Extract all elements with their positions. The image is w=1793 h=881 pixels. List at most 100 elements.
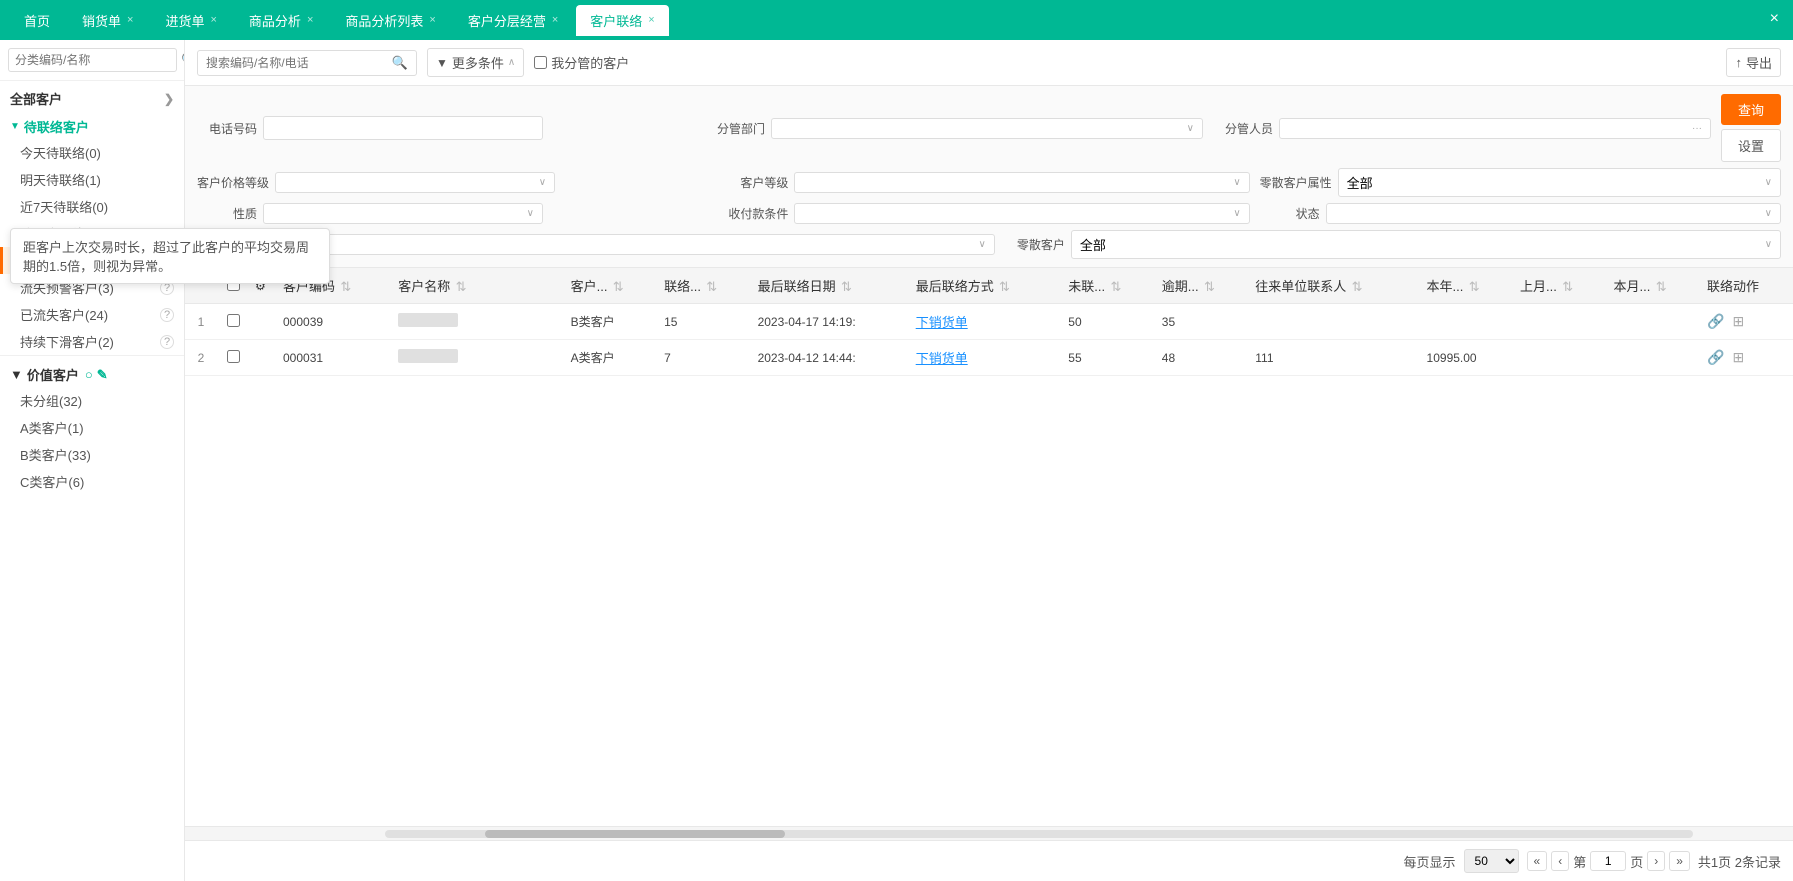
payment-select[interactable]: ∨ xyxy=(794,203,1249,224)
th-overdue-sort-icon: ⇅ xyxy=(1204,279,1215,294)
sidebar-item-7days[interactable]: 近7天待联络(0) xyxy=(0,193,184,220)
cell-row-actions-0: 🔗 ⊞ xyxy=(1701,304,1793,340)
nav-tab-customer-segmentation-close[interactable]: × xyxy=(552,14,558,26)
action-grid-icon-1[interactable]: ⊞ xyxy=(1732,349,1744,366)
close-all-tabs-button[interactable]: × xyxy=(1770,10,1779,28)
sidebar-item-c-class[interactable]: C类客户(6) xyxy=(0,468,184,495)
th-last-contact-method[interactable]: 最后联络方式 ⇅ xyxy=(910,268,1063,304)
value-group-settings-icon[interactable]: ○ xyxy=(85,367,93,382)
status-select[interactable]: ∨ xyxy=(1326,203,1781,224)
sidebar-item-a-class[interactable]: A类客户(1) xyxy=(0,414,184,441)
retail-customer-value: 全部 xyxy=(1080,235,1106,254)
th-uncontacted[interactable]: 未联... ⇅ xyxy=(1062,268,1155,304)
pagination: « ‹ 第 页 › » xyxy=(1527,851,1690,871)
my-customers-checkbox[interactable] xyxy=(534,56,547,69)
price-level-label: 客户价格等级 xyxy=(197,174,269,191)
dept-select[interactable]: ∨ xyxy=(771,118,1203,139)
nav-tab-product-analysis[interactable]: 商品分析 × xyxy=(235,5,327,36)
th-this-month[interactable]: 本月... ⇅ xyxy=(1608,268,1701,304)
sidebar-item-tomorrow[interactable]: 明天待联络(1) xyxy=(0,166,184,193)
search-input[interactable] xyxy=(206,56,386,70)
customer-level-select[interactable]: ∨ xyxy=(794,172,1249,193)
cell-uncontacted-1: 55 xyxy=(1062,340,1155,376)
last-page-button[interactable]: » xyxy=(1669,851,1690,871)
nav-tab-product-analysis-close[interactable]: × xyxy=(307,14,313,26)
value-group-edit-icon[interactable]: ✎ xyxy=(97,367,108,383)
table-container: ⚙ 客户编码 ⇅ 客户名称 ⇅ 客户... ⇅ xyxy=(185,268,1793,826)
cell-this-month-1 xyxy=(1608,340,1701,376)
sidebar-search-input[interactable] xyxy=(8,48,177,72)
table-row: 2 000031 A类客户 7 2023-04-12 14:44: 下销货单 5… xyxy=(185,340,1793,376)
nav-tab-customer-contact[interactable]: 客户联络 × xyxy=(576,5,668,36)
settings-button[interactable]: 设置 xyxy=(1721,129,1781,162)
nav-tab-sales[interactable]: 销货单 × xyxy=(68,5,147,36)
sidebar-item-b-class[interactable]: B类客户(33) xyxy=(0,441,184,468)
th-this-year[interactable]: 本年... ⇅ xyxy=(1421,268,1514,304)
customer-type-select[interactable]: ∨ xyxy=(285,234,995,255)
last-method-link-0[interactable]: 下销货单 xyxy=(916,315,968,330)
more-conditions-label: 更多条件 xyxy=(452,53,504,72)
th-date-sort-icon: ⇅ xyxy=(841,279,852,294)
sidebar-collapse-icon[interactable]: ❯ xyxy=(164,92,174,106)
nav-tab-product-list[interactable]: 商品分析列表 × xyxy=(331,5,449,36)
customer-type-field: 客户类型 ∨ xyxy=(219,234,995,255)
th-contact-count[interactable]: 联络... ⇅ xyxy=(658,268,751,304)
action-link-icon-1[interactable]: 🔗 xyxy=(1707,349,1724,366)
row-checkbox-1[interactable] xyxy=(227,350,240,363)
th-unit-contact-label: 往来单位联系人 xyxy=(1255,279,1346,294)
action-grid-icon-0[interactable]: ⊞ xyxy=(1732,313,1744,330)
page-input[interactable] xyxy=(1590,851,1626,871)
per-page-select[interactable]: 50 20 100 xyxy=(1464,849,1519,873)
value-customer-group[interactable]: ▼ 价值客户 ○ ✎ xyxy=(0,360,184,387)
sidebar-item-lost[interactable]: 已流失客户(24) ? xyxy=(0,301,184,328)
export-button[interactable]: ↑ 导出 xyxy=(1726,48,1781,77)
th-last-contact-date[interactable]: 最后联络日期 ⇅ xyxy=(752,268,910,304)
th-unit-contact[interactable]: 往来单位联系人 ⇅ xyxy=(1249,268,1420,304)
cell-unit-contact-0 xyxy=(1249,304,1420,340)
nav-tab-product-list-close[interactable]: × xyxy=(429,14,435,26)
nav-tab-customer-contact-close[interactable]: × xyxy=(648,14,654,26)
my-customers-checkbox-area: 我分管的客户 xyxy=(534,53,629,72)
last-method-link-1[interactable]: 下销货单 xyxy=(916,351,968,366)
horizontal-scrollbar-thumb[interactable] xyxy=(485,830,785,838)
row-checkbox-0[interactable] xyxy=(227,314,240,327)
pending-contact-group[interactable]: ▼ 待联络客户 xyxy=(0,112,184,139)
filter-row-4: ... 客户类型 ∨ 零散客户 全部 ∨ xyxy=(197,230,1781,259)
declining-help-icon[interactable]: ? xyxy=(160,335,174,349)
more-conditions-button[interactable]: ▼ 更多条件 ∧ xyxy=(427,48,524,77)
first-page-button[interactable]: « xyxy=(1527,851,1548,871)
nav-tab-sales-close[interactable]: × xyxy=(127,14,133,26)
th-customer-type[interactable]: 客户... ⇅ xyxy=(565,268,658,304)
nav-tab-purchase[interactable]: 进货单 × xyxy=(151,5,230,36)
nav-tab-customer-segmentation[interactable]: 客户分层经营 × xyxy=(454,5,572,36)
prev-page-button[interactable]: ‹ xyxy=(1551,851,1569,871)
export-icon: ↑ xyxy=(1735,55,1742,70)
cell-row-actions-1: 🔗 ⊞ xyxy=(1701,340,1793,376)
th-customer-name[interactable]: 客户名称 ⇅ xyxy=(392,268,564,304)
th-contact-sort-icon: ⇅ xyxy=(706,279,717,294)
th-last-month[interactable]: 上月... ⇅ xyxy=(1514,268,1607,304)
th-thismonth-sort-icon: ⇅ xyxy=(1656,279,1667,294)
sidebar-item-declining[interactable]: 持续下滑客户(2) ? xyxy=(0,328,184,355)
retail-customer-select[interactable]: 全部 ∨ xyxy=(1071,230,1781,259)
retail-attr-select[interactable]: 全部 ∨ xyxy=(1338,168,1781,197)
nav-tab-customer-segmentation-label: 客户分层经营 xyxy=(468,11,546,30)
sidebar-item-ungroup[interactable]: 未分组(32) xyxy=(0,387,184,414)
sidebar-item-today[interactable]: 今天待联络(0) xyxy=(0,139,184,166)
sidebar-search-area: 🔍 xyxy=(0,40,184,81)
nav-tab-home[interactable]: 首页 xyxy=(10,5,64,36)
phone-input[interactable] xyxy=(263,116,543,140)
nav-tab-purchase-close[interactable]: × xyxy=(210,14,216,26)
gender-select[interactable]: ∨ xyxy=(263,203,543,224)
manager-select[interactable]: ··· xyxy=(1279,118,1711,139)
search-input-icon: 🔍 xyxy=(392,55,408,71)
th-overdue[interactable]: 逾期... ⇅ xyxy=(1156,268,1249,304)
query-button[interactable]: 查询 xyxy=(1721,94,1781,125)
lost-help-icon[interactable]: ? xyxy=(160,308,174,322)
cell-this-year-1: 10995.00 xyxy=(1421,340,1514,376)
status-label: 状态 xyxy=(1260,205,1320,222)
price-level-select[interactable]: ∨ xyxy=(275,172,555,193)
next-page-button[interactable]: › xyxy=(1647,851,1665,871)
table-footer: 每页显示 50 20 100 « ‹ 第 页 › » 共1页 2条记录 xyxy=(185,840,1793,881)
action-link-icon-0[interactable]: 🔗 xyxy=(1707,313,1724,330)
